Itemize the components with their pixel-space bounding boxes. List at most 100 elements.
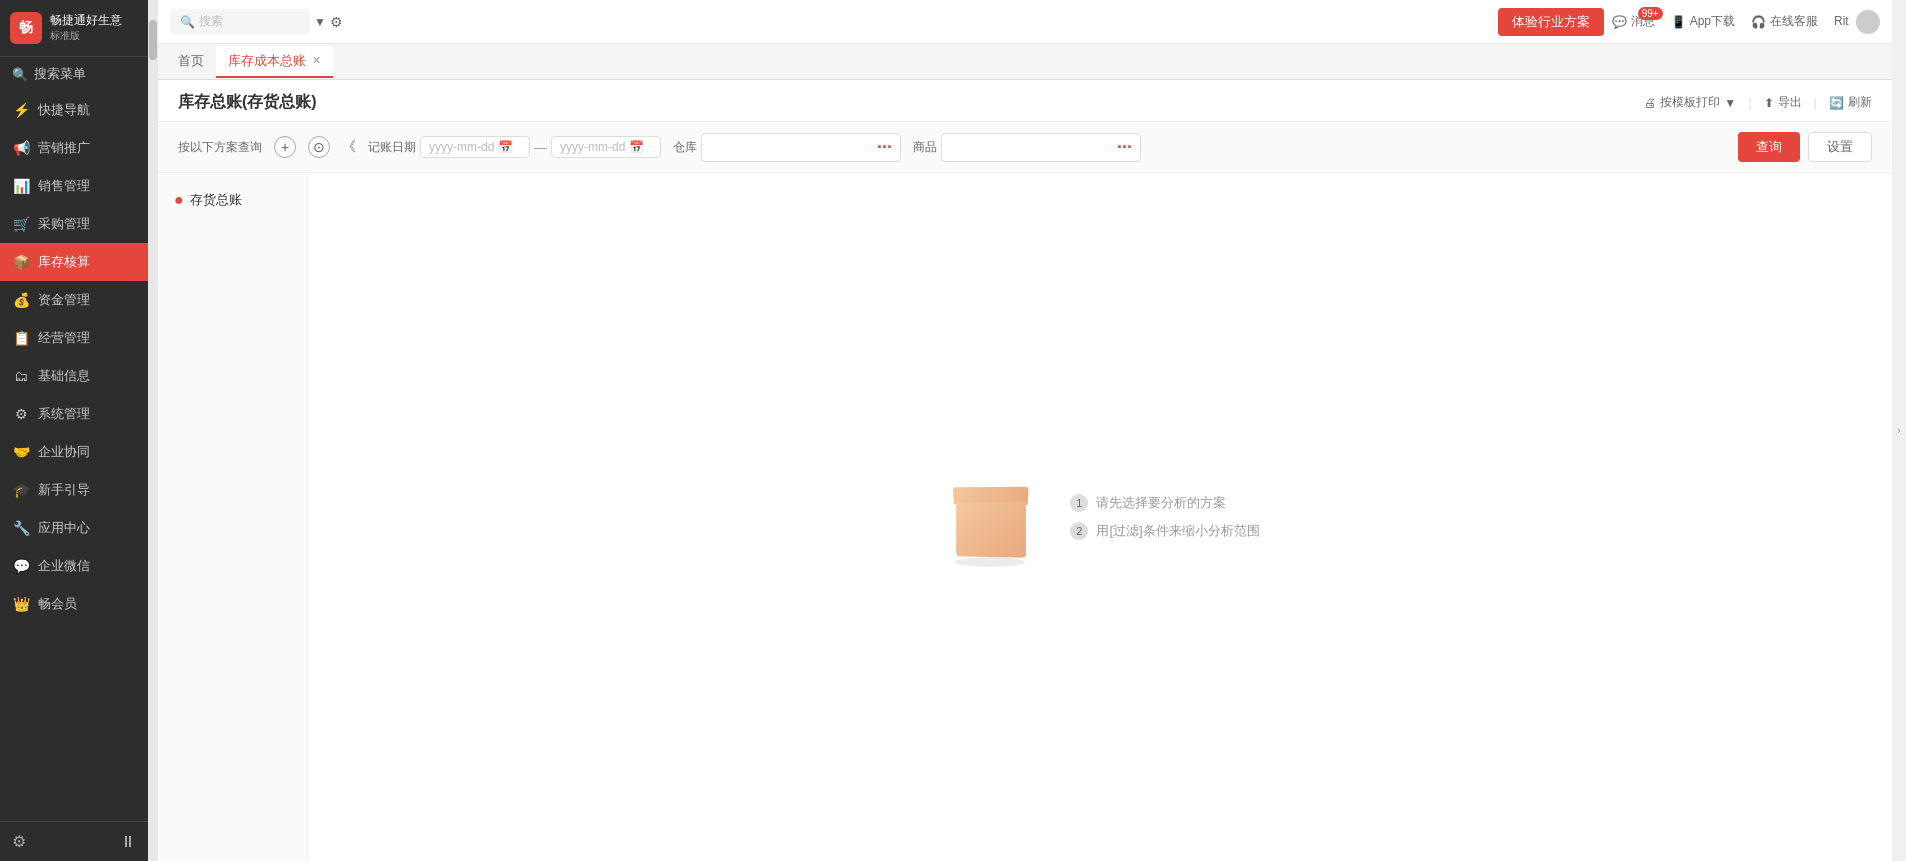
sidebar-item-appstore[interactable]: 🔧 应用中心: [0, 509, 148, 547]
print-btn[interactable]: 🖨 按模板打印 ▼: [1644, 94, 1736, 111]
logo-icon: 畅: [10, 12, 42, 44]
topbar-search[interactable]: 🔍 搜索: [170, 9, 310, 34]
funds-icon: 💰: [12, 292, 30, 308]
tab-close-icon[interactable]: ✕: [312, 54, 321, 67]
basic-icon: 🗂: [12, 368, 30, 384]
export-icon: ⬆: [1764, 96, 1774, 110]
settings-button[interactable]: ⚙: [12, 832, 26, 851]
filter-right: 查询 设置: [1738, 132, 1872, 162]
filter-date-label: 记账日期: [368, 139, 416, 156]
tab-inventory-ledger[interactable]: 库存成本总账 ✕: [216, 46, 333, 78]
sidebar-item-label: 企业协同: [38, 443, 90, 461]
settings-button[interactable]: 设置: [1808, 132, 1872, 162]
sidebar-item-label: 库存核算: [38, 253, 90, 271]
empty-illustration: [940, 467, 1040, 567]
sidebar-item-sales[interactable]: 📊 销售管理: [0, 167, 148, 205]
phone-icon: 📱: [1671, 15, 1686, 29]
date-end-placeholder: yyyy-mm-dd: [560, 140, 625, 154]
service-label: 在线客服: [1770, 13, 1818, 30]
toggle-icon: ›: [1897, 425, 1900, 436]
goods-more-icon[interactable]: ···: [1117, 137, 1132, 158]
sidebar-item-label: 畅会员: [38, 595, 77, 613]
sidebar-item-system[interactable]: ⚙ 系统管理: [0, 395, 148, 433]
sidebar-item-label: 采购管理: [38, 215, 90, 233]
filter-date-group: 记账日期 yyyy-mm-dd 📅 — yyyy-mm-dd 📅: [368, 136, 661, 158]
sidebar-item-inventory[interactable]: 📦 库存核算: [0, 243, 148, 281]
audio-button[interactable]: ⏸: [120, 833, 136, 851]
sidebar-item-shortcut[interactable]: ⚡ 快捷导航: [0, 91, 148, 129]
sidebar-item-purchase[interactable]: 🛒 采购管理: [0, 205, 148, 243]
shortcut-icon: ⚡: [12, 102, 30, 118]
filter-goods-group: 商品 ···: [913, 133, 1141, 162]
sidebar-item-basic[interactable]: 🗂 基础信息: [0, 357, 148, 395]
warehouse-input[interactable]: ···: [701, 133, 901, 162]
scheme-icon: ●: [174, 191, 184, 209]
topbar-gear-icon[interactable]: ⚙: [330, 14, 343, 30]
sidebar-item-label: 新手引导: [38, 481, 90, 499]
print-dropdown-icon[interactable]: ▼: [1724, 96, 1736, 110]
sidebar-item-label: 销售管理: [38, 177, 90, 195]
marketing-icon: 📢: [12, 140, 30, 156]
date-separator: —: [534, 140, 547, 155]
sales-icon: 📊: [12, 178, 30, 194]
goods-input[interactable]: ···: [941, 133, 1141, 162]
service-btn[interactable]: 🎧 在线客服: [1751, 13, 1818, 30]
content-area: 库存总账(存货总账) 🖨 按模板打印 ▼ | ⬆ 导出 | 🔄 刷新: [158, 80, 1892, 861]
filter-add-btn[interactable]: +: [274, 136, 296, 158]
sidebar-logo: 畅 畅捷通好生意 标准版: [0, 0, 148, 57]
scheme-item-label: 存货总账: [190, 191, 242, 209]
query-button[interactable]: 查询: [1738, 132, 1800, 162]
msg-icon: 💬: [1612, 15, 1627, 29]
sidebar-item-newbie[interactable]: 🎓 新手引导: [0, 471, 148, 509]
filter-warehouse-group: 仓库 ···: [673, 133, 901, 162]
wechat-icon: 💬: [12, 558, 30, 574]
user-menu[interactable]: Rit: [1834, 10, 1880, 34]
hint-text-1: 请先选择要分析的方案: [1096, 494, 1226, 512]
export-btn[interactable]: ⬆ 导出: [1764, 94, 1802, 111]
warehouse-more-icon[interactable]: ···: [877, 137, 892, 158]
page-header: 库存总账(存货总账) 🖨 按模板打印 ▼ | ⬆ 导出 | 🔄 刷新: [158, 80, 1892, 122]
sidebar-item-enterprise[interactable]: 🤝 企业协同: [0, 433, 148, 471]
filter-date-end[interactable]: yyyy-mm-dd 📅: [551, 136, 661, 158]
filter-date-start[interactable]: yyyy-mm-dd 📅: [420, 136, 530, 158]
scheme-item-inventory-total[interactable]: ● 存货总账: [158, 183, 307, 217]
sidebar-item-wechat[interactable]: 💬 企业微信: [0, 547, 148, 585]
sidebar-item-label: 企业微信: [38, 557, 90, 575]
sidebar-item-label: 快捷导航: [38, 101, 90, 119]
hint-text-2: 用[过滤]条件来缩小分析范围: [1096, 522, 1259, 540]
sidebar-search[interactable]: 🔍 搜索菜单: [0, 57, 148, 91]
sidebar-item-operations[interactable]: 📋 经营管理: [0, 319, 148, 357]
page-actions: 🖨 按模板打印 ▼ | ⬆ 导出 | 🔄 刷新: [1644, 94, 1872, 111]
empty-state: 1 请先选择要分析的方案 2 用[过滤]条件来缩小分析范围: [900, 427, 1299, 607]
sidebar-item-label: 基础信息: [38, 367, 90, 385]
industry-btn[interactable]: 体验行业方案: [1498, 8, 1604, 36]
filter-collapse-btn[interactable]: 《: [342, 138, 356, 156]
topbar-breadcrumb: 🔍 搜索 ▼ ⚙: [170, 9, 1490, 34]
scheme-panel: ● 存货总账: [158, 173, 308, 861]
user-name: Rit: [1834, 14, 1849, 28]
sidebar: 畅 畅捷通好生意 标准版 🔍 搜索菜单 ⚡ 快捷导航 📢 营销推广 📊 销售管理…: [0, 0, 148, 861]
calendar-end-icon[interactable]: 📅: [629, 140, 644, 154]
box-shadow: [955, 557, 1025, 567]
sidebar-item-member[interactable]: 👑 畅会员: [0, 585, 148, 623]
purchase-icon: 🛒: [12, 216, 30, 232]
print-icon: 🖨: [1644, 96, 1656, 110]
sidebar-item-marketing[interactable]: 📢 营销推广: [0, 129, 148, 167]
refresh-btn[interactable]: 🔄 刷新: [1829, 94, 1872, 111]
search-icon: 🔍: [180, 15, 195, 29]
calendar-start-icon[interactable]: 📅: [498, 140, 513, 154]
right-panel-toggle[interactable]: ›: [1892, 0, 1906, 861]
sidebar-item-funds[interactable]: 💰 资金管理: [0, 281, 148, 319]
search-icon: 🔍: [12, 67, 28, 82]
sidebar-scrollbar[interactable]: [148, 0, 158, 861]
filter-reset-btn[interactable]: ⊙: [308, 136, 330, 158]
date-start-placeholder: yyyy-mm-dd: [429, 140, 494, 154]
hint-num-2: 2: [1070, 522, 1088, 540]
app-download-btn[interactable]: 📱 App下载: [1671, 13, 1735, 30]
member-icon: 👑: [12, 596, 30, 612]
tab-home[interactable]: 首页: [166, 46, 216, 78]
topbar-dropdown[interactable]: ▼: [314, 15, 326, 29]
operations-icon: 📋: [12, 330, 30, 346]
appstore-icon: 🔧: [12, 520, 30, 536]
msg-btn[interactable]: 💬 消息 99+: [1612, 13, 1655, 30]
